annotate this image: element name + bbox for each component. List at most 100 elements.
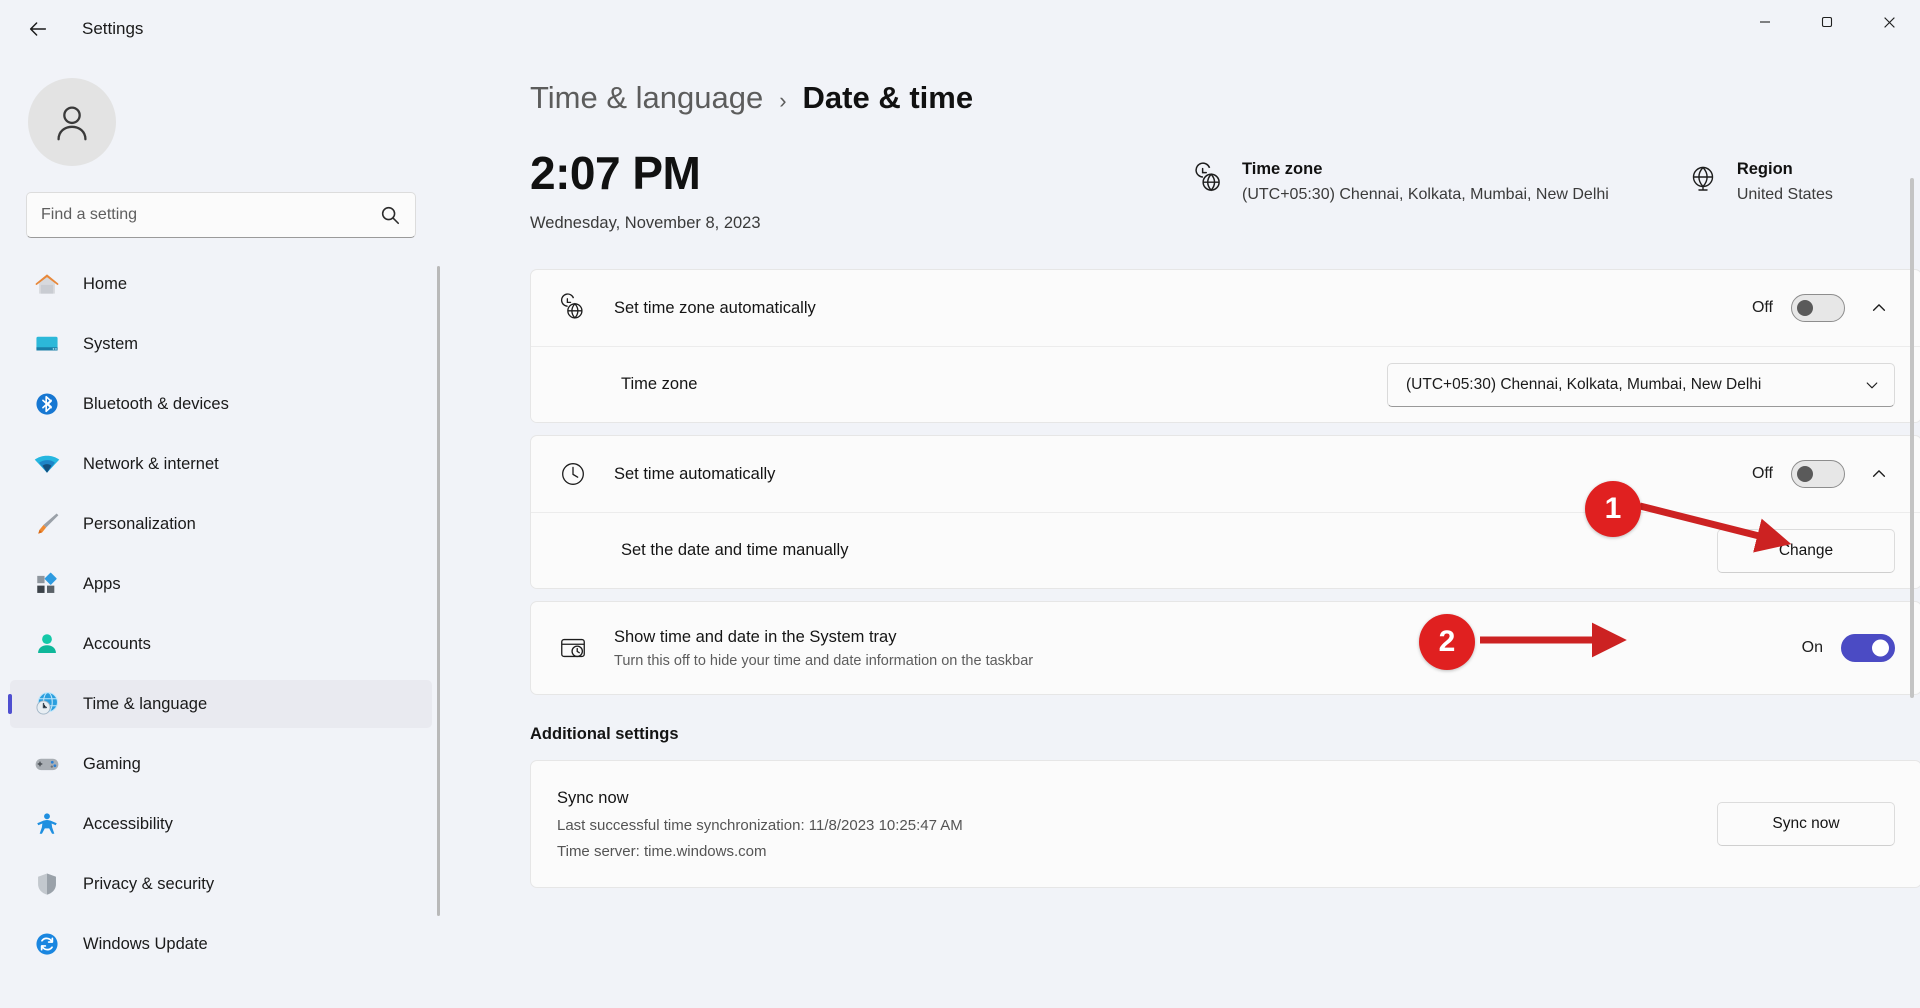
sync-now-row: Sync now Last successful time synchroniz… [531,761,1920,887]
set-time-zone-automatically-controls: Off [1752,292,1895,324]
maximize-button[interactable] [1796,0,1858,44]
set-time-zone-automatically-expander[interactable] [1863,292,1895,324]
user-avatar-icon [57,106,87,141]
sidebar-item-bluetooth-devices[interactable]: Bluetooth & devices [10,380,432,428]
sidebar-item-personalization[interactable]: Personalization [10,500,432,548]
accounts-person-icon [32,629,62,659]
globe-icon [1687,162,1721,196]
sidebar-item-label: Apps [83,574,121,593]
time-zone-row-controls: (UTC+05:30) Chennai, Kolkata, Mumbai, Ne… [1387,362,1895,407]
sidebar-item-label: Home [83,274,128,293]
time-zone-card: Set time zone automatically Off Time zon… [530,269,1920,423]
minimize-button[interactable] [1734,0,1796,44]
region-value: United States [1736,186,1833,203]
clock-globe-icon [1192,162,1226,196]
bluetooth-icon [32,389,62,419]
back-button[interactable] [16,9,60,49]
row-title: Set the date and time manually [621,541,849,559]
sync-now-card: Sync now Last successful time synchroniz… [530,760,1920,888]
avatar[interactable] [28,78,116,166]
change-button[interactable]: Change [1717,528,1895,573]
search-container [0,166,450,238]
shield-icon [32,869,62,899]
sidebar-item-label: Network & internet [83,454,219,473]
sidebar-item-network-internet[interactable]: Network & internet [10,440,432,488]
set-time-card: Set time automatically Off Set the date … [530,435,1920,589]
set-date-time-manually-row: Set the date and time manually Change [531,512,1920,588]
breadcrumb-parent[interactable]: Time & language [530,80,763,116]
network-icon [32,449,62,479]
set-time-automatically-state: Off [1751,465,1773,482]
row-title: Set time automatically [614,464,776,483]
sidebar-item-label: Bluetooth & devices [83,394,229,413]
search-input[interactable] [41,206,379,224]
additional-settings-heading: Additional settings [530,725,679,743]
sidebar: Home System [0,58,450,1008]
last-sync-time: Last successful time synchronization: 11… [557,816,963,834]
sidebar-item-label: Accessibility [83,814,173,833]
sidebar-item-accessibility[interactable]: Accessibility [10,800,432,848]
sidebar-item-system[interactable]: System [10,320,432,368]
search-icon [381,206,400,225]
gaming-controller-icon [32,749,62,779]
window-controls [1734,0,1920,44]
show-time-system-tray-toggle[interactable] [1841,634,1895,662]
sidebar-item-windows-update[interactable]: Windows Update [10,920,432,968]
clock-icon [557,458,589,490]
region-title: Region [1736,160,1793,178]
sidebar-item-apps[interactable]: Apps [10,560,432,608]
show-time-system-tray-state: On [1801,639,1823,656]
sidebar-item-label: Personalization [83,514,196,533]
sidebar-item-label: Privacy & security [83,874,215,893]
sidebar-item-home[interactable]: Home [10,260,432,308]
sidebar-item-time-language[interactable]: Time & language [10,680,432,728]
windows-update-refresh-icon [32,929,62,959]
current-time-block: 2:07 PM Wednesday, November 8, 2023 [530,150,1170,233]
search-box[interactable] [26,192,416,238]
main-content: Time & language › Date & time 2:07 PM We… [450,58,1920,1008]
sidebar-item-label: Accounts [83,634,151,653]
region-summary: Region United States [1687,150,1833,204]
set-time-automatically-controls: Off [1752,458,1895,490]
sync-now-button[interactable]: Sync now [1717,802,1895,846]
breadcrumb-separator: › [779,88,787,113]
settings-cards: Set time zone automatically Off Time zon… [530,269,1920,695]
set-time-zone-automatically-row[interactable]: Set time zone automatically Off [531,270,1920,346]
chevron-up-icon [1872,304,1886,311]
sidebar-nav: Home System Bluetooth & devices Network … [0,260,450,960]
current-date: Wednesday, November 8, 2023 [530,214,761,232]
row-description: Turn this off to hide your time and date… [614,652,1034,669]
title-bar: Settings [0,0,1920,58]
time-zone-row: Time zone (UTC+05:30) Chennai, Kolkata, … [531,346,1920,422]
row-title: Time zone [621,375,698,393]
sidebar-item-privacy-security[interactable]: Privacy & security [10,860,432,908]
close-button[interactable] [1858,0,1920,44]
sync-now-text: Sync now Last successful time synchroniz… [557,789,1717,860]
accessibility-person-icon [32,809,62,839]
chevron-down-icon [1866,381,1878,388]
set-time-zone-automatically-toggle[interactable] [1791,294,1845,322]
clock-header-row: 2:07 PM Wednesday, November 8, 2023 Time… [530,150,1920,233]
system-icon [32,329,62,359]
sidebar-item-accounts[interactable]: Accounts [10,620,432,668]
sidebar-nav-list: Home System Bluetooth & devices Network … [0,260,450,968]
time-zone-text: Time zone (UTC+05:30) Chennai, Kolkata, … [1242,160,1609,204]
set-time-automatically-expander[interactable] [1863,458,1895,490]
breadcrumb: Time & language › Date & time [530,80,1920,116]
sidebar-scrollbar[interactable] [437,266,440,916]
sidebar-item-gaming[interactable]: Gaming [10,740,432,788]
show-time-system-tray-row[interactable]: Show time and date in the System tray Tu… [531,602,1920,694]
time-zone-summary: Time zone (UTC+05:30) Chennai, Kolkata, … [1192,150,1609,204]
close-icon [1883,16,1895,28]
set-time-automatically-toggle[interactable] [1791,460,1845,488]
app-title: Settings [82,19,144,38]
main-scrollbar[interactable] [1910,178,1914,698]
set-time-zone-automatically-text: Set time zone automatically [614,299,1752,318]
current-time: 2:07 PM [530,147,701,199]
time-zone-value: (UTC+05:30) Chennai, Kolkata, Mumbai, Ne… [1242,186,1609,203]
time-zone-dropdown[interactable]: (UTC+05:30) Chennai, Kolkata, Mumbai, Ne… [1387,362,1895,407]
row-title: Show time and date in the System tray [614,627,897,646]
home-icon [32,269,62,299]
set-time-automatically-row[interactable]: Set time automatically Off [531,436,1920,512]
clock-globe-icon [557,292,589,324]
